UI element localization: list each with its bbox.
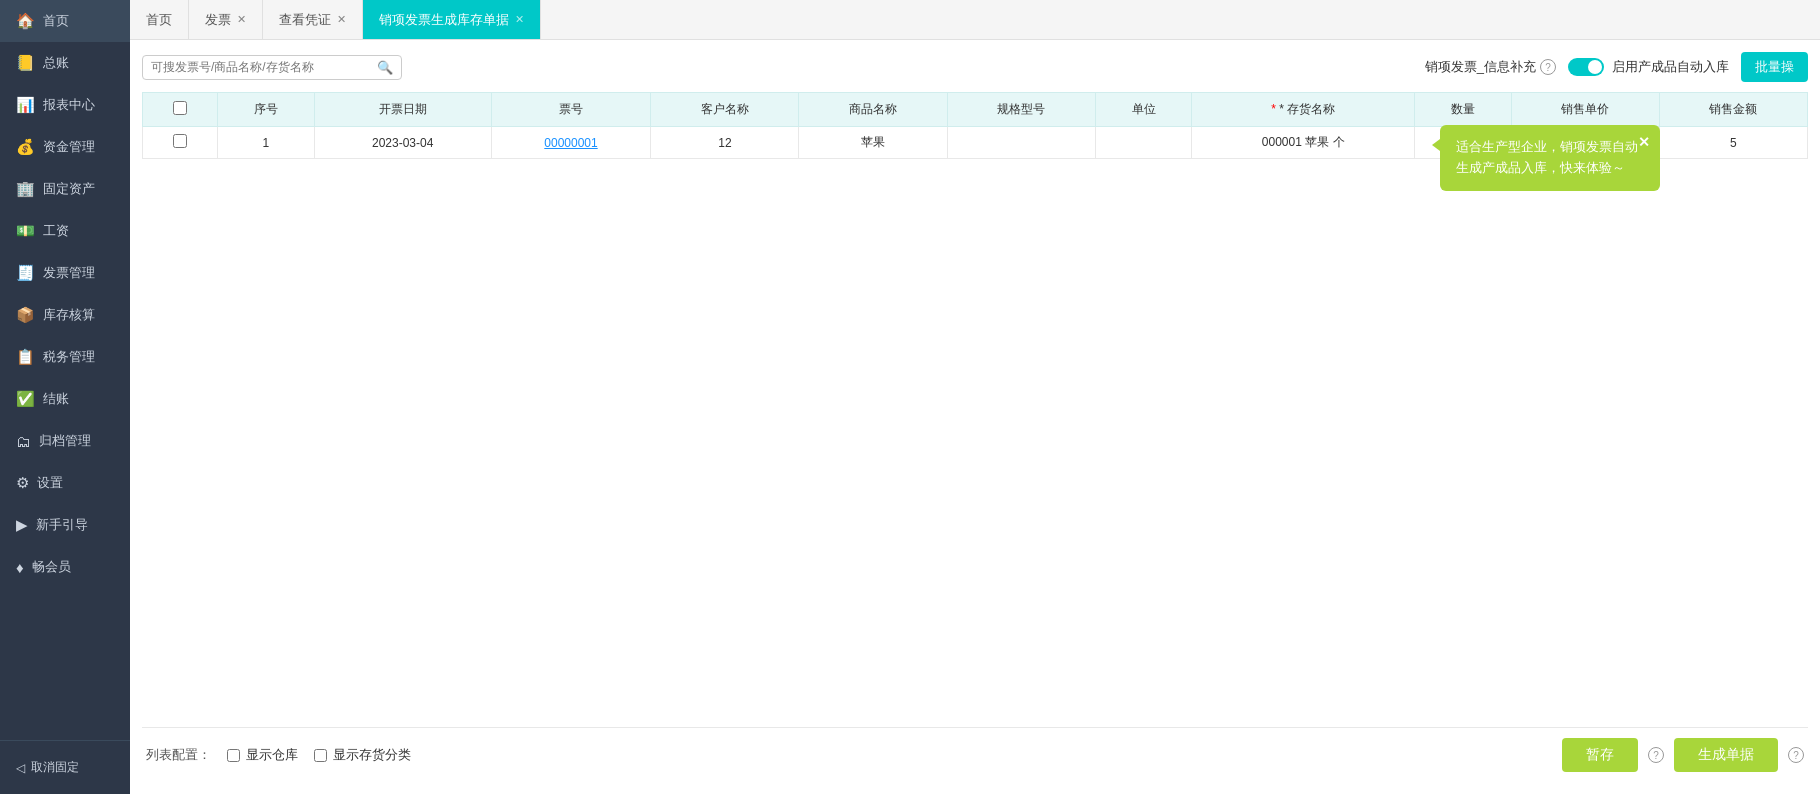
- col-number: 票号: [491, 93, 651, 127]
- search-wrap[interactable]: 🔍: [142, 55, 402, 80]
- row-product: 苹果: [799, 127, 947, 159]
- sidebar-item-close[interactable]: ✅ 结账: [0, 378, 130, 420]
- guide-icon: ▶: [16, 516, 28, 534]
- generate-button[interactable]: 生成单据: [1674, 738, 1778, 772]
- row-amount: 5: [1659, 127, 1807, 159]
- sidebar: 🏠 首页 📒 总账 📊 报表中心 💰 资金管理 🏢 固定资产 💵 工资 🧾 发票…: [0, 0, 130, 794]
- save-button[interactable]: 暂存: [1562, 738, 1638, 772]
- save-help-icon[interactable]: ?: [1648, 747, 1664, 763]
- sidebar-item-home[interactable]: 🏠 首页: [0, 0, 130, 42]
- funds-icon: 💰: [16, 138, 35, 156]
- sidebar-item-salary[interactable]: 💵 工资: [0, 210, 130, 252]
- show-warehouse-checkbox-wrap[interactable]: 显示仓库: [227, 746, 298, 764]
- tab-voucher[interactable]: 查看凭证 ✕: [263, 0, 363, 39]
- tab-bar: 首页 发票 ✕ 查看凭证 ✕ 销项发票生成库存单据 ✕: [130, 0, 1820, 40]
- row-checkbox-cell: [143, 127, 218, 159]
- row-checkbox[interactable]: [173, 134, 187, 148]
- row-spec: [947, 127, 1095, 159]
- home-icon: 🏠: [16, 12, 35, 30]
- col-unit-price: 销售单价: [1511, 93, 1659, 127]
- tax-icon: 📋: [16, 348, 35, 366]
- reports-icon: 📊: [16, 96, 35, 114]
- show-category-checkbox-wrap[interactable]: 显示存货分类: [314, 746, 411, 764]
- col-qty: 数量: [1415, 93, 1512, 127]
- tooltip-close-button[interactable]: ✕: [1638, 131, 1650, 153]
- auto-warehouse-toggle[interactable]: [1568, 58, 1604, 76]
- row-number-link[interactable]: 00000001: [544, 136, 597, 150]
- toolbar-row: 🔍 销项发票_信息补充 ? 启用产成品自动入库 批量操: [142, 52, 1808, 82]
- info-label-wrap: 销项发票_信息补充 ?: [1425, 58, 1556, 76]
- sidebar-item-guide[interactable]: ▶ 新手引导: [0, 504, 130, 546]
- row-date: 2023-03-04: [314, 127, 491, 159]
- settings-icon: ⚙: [16, 474, 29, 492]
- sidebar-item-invoice[interactable]: 🧾 发票管理: [0, 252, 130, 294]
- generate-help-icon[interactable]: ?: [1788, 747, 1804, 763]
- sidebar-item-vip[interactable]: ♦ 畅会员: [0, 546, 130, 588]
- col-spec: 规格型号: [947, 93, 1095, 127]
- row-seq: 1: [218, 127, 315, 159]
- info-help-icon[interactable]: ?: [1540, 59, 1556, 75]
- col-date: 开票日期: [314, 93, 491, 127]
- row-inventory: 000001 苹果 个: [1192, 127, 1415, 159]
- close-accounts-icon: ✅: [16, 390, 35, 408]
- col-unit: 单位: [1095, 93, 1192, 127]
- inventory-icon: 📦: [16, 306, 35, 324]
- ledger-icon: 📒: [16, 54, 35, 72]
- row-customer: 12: [651, 127, 799, 159]
- sidebar-bottom: ◁ 取消固定: [0, 740, 130, 794]
- sidebar-item-assets[interactable]: 🏢 固定资产: [0, 168, 130, 210]
- salary-icon: 💵: [16, 222, 35, 240]
- col-checkbox: [143, 93, 218, 127]
- assets-icon: 🏢: [16, 180, 35, 198]
- toggle-wrap: 启用产成品自动入库: [1568, 58, 1729, 76]
- col-product: 商品名称: [799, 93, 947, 127]
- batch-button[interactable]: 批量操: [1741, 52, 1808, 82]
- show-category-checkbox[interactable]: [314, 749, 327, 762]
- col-customer: 客户名称: [651, 93, 799, 127]
- main-area: 首页 发票 ✕ 查看凭证 ✕ 销项发票生成库存单据 ✕ 🔍 销项发票_信息补充 …: [130, 0, 1820, 794]
- sidebar-item-inventory[interactable]: 📦 库存核算: [0, 294, 130, 336]
- archive-icon: 🗂: [16, 433, 31, 450]
- vip-icon: ♦: [16, 559, 24, 576]
- show-warehouse-checkbox[interactable]: [227, 749, 240, 762]
- sidebar-item-tax[interactable]: 📋 税务管理: [0, 336, 130, 378]
- col-seq: 序号: [218, 93, 315, 127]
- sidebar-item-funds[interactable]: 💰 资金管理: [0, 126, 130, 168]
- content-area: 🔍 销项发票_信息补充 ? 启用产成品自动入库 批量操: [130, 40, 1820, 794]
- sidebar-item-reports[interactable]: 📊 报表中心: [0, 84, 130, 126]
- tab-home[interactable]: 首页: [130, 0, 189, 39]
- row-unit: [1095, 127, 1192, 159]
- sidebar-item-ledger[interactable]: 📒 总账: [0, 42, 130, 84]
- tab-invoice-close[interactable]: ✕: [237, 13, 246, 26]
- unpin-button[interactable]: ◁ 取消固定: [0, 749, 130, 786]
- select-all-checkbox[interactable]: [173, 101, 187, 115]
- invoice-icon: 🧾: [16, 264, 35, 282]
- col-amount: 销售金额: [1659, 93, 1807, 127]
- tab-voucher-close[interactable]: ✕: [337, 13, 346, 26]
- bottom-bar: 列表配置： 显示仓库 显示存货分类 暂存 ? 生成单据 ?: [142, 727, 1808, 782]
- search-icon: 🔍: [377, 60, 393, 75]
- tab-sales-invoice-close[interactable]: ✕: [515, 13, 524, 26]
- col-inventory: * * 存货名称: [1192, 93, 1415, 127]
- sidebar-item-archive[interactable]: 🗂 归档管理: [0, 420, 130, 462]
- required-star: *: [1271, 102, 1276, 116]
- tab-sales-invoice[interactable]: 销项发票生成库存单据 ✕: [363, 0, 541, 39]
- row-number: 00000001: [491, 127, 651, 159]
- unpin-icon: ◁: [16, 761, 25, 775]
- tooltip-popup: ✕ 适合生产型企业，销项发票自动生成产成品入库，快来体验～: [1440, 125, 1660, 191]
- search-input[interactable]: [151, 60, 377, 74]
- list-config-label: 列表配置：: [146, 746, 211, 764]
- bottom-right-actions: 暂存 ? 生成单据 ?: [1562, 738, 1804, 772]
- tab-invoice[interactable]: 发票 ✕: [189, 0, 263, 39]
- sidebar-item-settings[interactable]: ⚙ 设置: [0, 462, 130, 504]
